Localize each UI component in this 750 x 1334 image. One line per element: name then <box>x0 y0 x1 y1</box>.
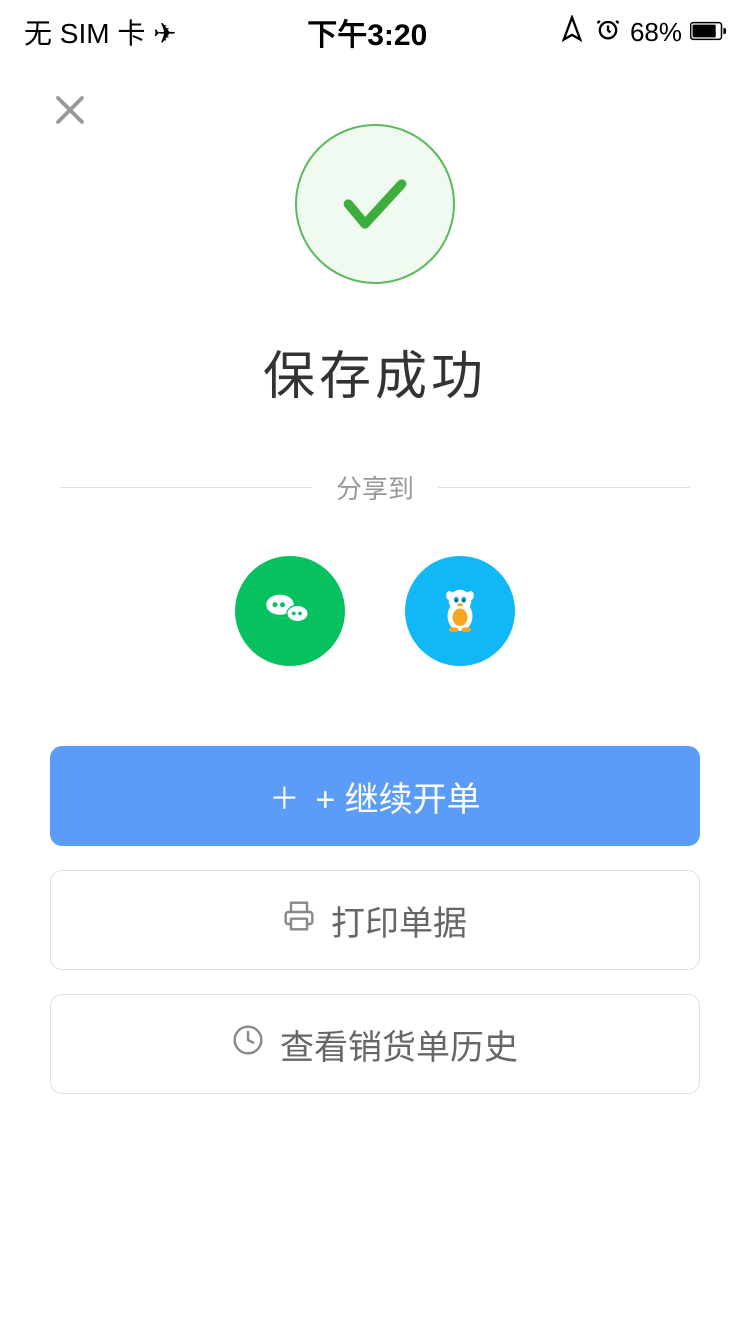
location-icon <box>558 15 586 50</box>
status-bar: 无 SIM 卡 ✈ 下午3:20 68% <box>0 0 750 64</box>
battery-percent: 68% <box>630 17 682 48</box>
history-icon <box>232 1024 264 1064</box>
wechat-icon <box>260 581 320 641</box>
wechat-share-button[interactable] <box>235 556 345 666</box>
history-label: 查看销货单历史 <box>280 1020 518 1069</box>
main-content: 保存成功 分享到 <box>0 64 750 1094</box>
close-button[interactable] <box>40 80 100 140</box>
plus-icon: ＋ <box>269 774 299 818</box>
success-icon-circle <box>295 124 455 284</box>
share-icons-container <box>235 556 515 666</box>
sim-status: 无 SIM 卡 ✈ <box>24 12 177 52</box>
history-button[interactable]: 查看销货单历史 <box>50 994 700 1094</box>
battery-icon <box>690 17 726 48</box>
continue-button[interactable]: ＋ + 继续开单 <box>50 746 700 846</box>
share-label: 分享到 <box>312 469 438 506</box>
divider-right <box>438 487 690 488</box>
status-left: 无 SIM 卡 ✈ <box>24 12 177 52</box>
status-time: 下午3:20 <box>307 10 427 54</box>
status-right: 68% <box>558 15 726 50</box>
divider-left <box>60 487 312 488</box>
alarm-icon <box>594 15 622 50</box>
action-buttons: ＋ + 继续开单 打印单据 查看销货单历史 <box>0 746 750 1094</box>
qq-icon <box>430 581 490 641</box>
share-divider: 分享到 <box>0 469 750 506</box>
qq-share-button[interactable] <box>405 556 515 666</box>
print-button[interactable]: 打印单据 <box>50 870 700 970</box>
continue-label: + 继续开单 <box>315 772 480 821</box>
success-title: 保存成功 <box>263 334 487 409</box>
print-label: 打印单据 <box>331 896 467 945</box>
printer-icon <box>283 900 315 940</box>
checkmark-icon <box>335 164 415 244</box>
